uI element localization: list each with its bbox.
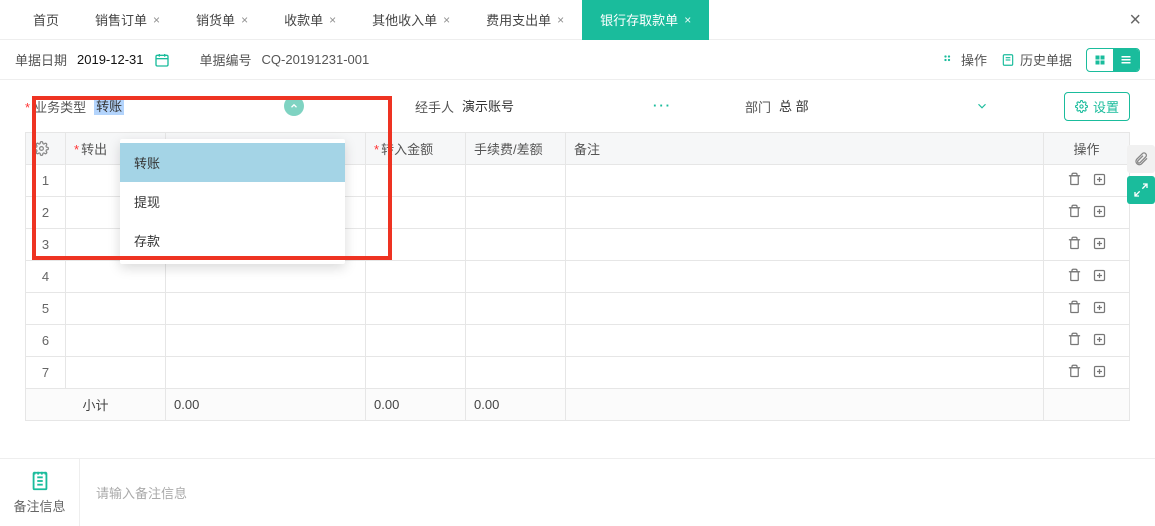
expand-icon[interactable] (1127, 176, 1155, 204)
close-icon[interactable]: × (241, 13, 248, 27)
remark-tab-label: 备注信息 (13, 496, 65, 515)
add-row-icon[interactable] (1092, 268, 1107, 283)
col-fee: 手续费/差额 (466, 133, 566, 165)
tab-label: 销货单 (196, 10, 235, 29)
add-row-icon[interactable] (1092, 364, 1107, 379)
view-toggle[interactable] (1086, 48, 1140, 72)
add-row-icon[interactable] (1092, 332, 1107, 347)
ops-link[interactable]: 操作 (942, 50, 987, 69)
biztype-dropdown: 转账 提现 存款 (120, 139, 345, 264)
form-row: 业务类型 转账 经手人 演示账号 ··· 部门 总 部 设置 (0, 80, 1155, 132)
subtotal-3: 0.00 (366, 389, 466, 421)
table-row[interactable]: 4 (26, 261, 1130, 293)
dept-label: 部门 (745, 97, 771, 116)
docno-label: 单据编号 (200, 50, 252, 69)
col-remark: 备注 (566, 133, 1044, 165)
close-icon[interactable]: × (684, 13, 691, 27)
subtotal-1: 0.00 (166, 389, 366, 421)
add-row-icon[interactable] (1092, 236, 1107, 251)
delete-row-icon[interactable] (1067, 236, 1082, 251)
row-index: 6 (26, 325, 66, 357)
table-row[interactable]: 5 (26, 293, 1130, 325)
tab-receipt[interactable]: 收款单 × (266, 0, 354, 40)
close-icon[interactable]: × (329, 13, 336, 27)
settings-button[interactable]: 设置 (1064, 92, 1130, 121)
row-index: 3 (26, 229, 66, 261)
tab-label: 其他收入单 (372, 10, 437, 29)
dept-combobox[interactable]: 总 部 (779, 96, 989, 116)
row-index: 7 (26, 357, 66, 389)
tab-delivery[interactable]: 销货单 × (178, 0, 266, 40)
remark-input[interactable]: 请输入备注信息 (80, 459, 1155, 526)
table-row[interactable]: 6 (26, 325, 1130, 357)
biztype-label: 业务类型 (25, 97, 86, 116)
calendar-icon[interactable] (154, 52, 170, 68)
col-in-amount: 转入金额 (366, 133, 466, 165)
remark-placeholder: 请输入备注信息 (96, 483, 187, 502)
close-icon[interactable]: × (557, 13, 564, 27)
tab-label: 销售订单 (95, 10, 147, 29)
chevron-up-icon[interactable] (284, 96, 304, 116)
gear-header[interactable] (26, 133, 66, 165)
delete-row-icon[interactable] (1067, 332, 1082, 347)
dropdown-option[interactable]: 提现 (120, 182, 345, 221)
list-view-icon[interactable] (1113, 49, 1139, 71)
row-index: 5 (26, 293, 66, 325)
tab-label: 费用支出单 (486, 10, 551, 29)
delete-row-icon[interactable] (1067, 364, 1082, 379)
subtotal-label: 小计 (26, 389, 166, 421)
doc-info-bar: 单据日期 2019-12-31 单据编号 CQ-20191231-001 操作 … (0, 40, 1155, 80)
close-all-tabs-icon[interactable]: × (1129, 0, 1141, 40)
delete-row-icon[interactable] (1067, 300, 1082, 315)
dropdown-option[interactable]: 存款 (120, 221, 345, 260)
biztype-value: 转账 (94, 96, 124, 115)
add-row-icon[interactable] (1092, 204, 1107, 219)
grid-view-icon[interactable] (1087, 49, 1113, 71)
delete-row-icon[interactable] (1067, 204, 1082, 219)
table-row[interactable]: 7 (26, 357, 1130, 389)
close-icon[interactable]: × (153, 13, 160, 27)
row-index: 2 (26, 197, 66, 229)
tab-bar: 首页 销售订单 × 销货单 × 收款单 × 其他收入单 × 费用支出单 × 银行存取款单 ×… (0, 0, 1155, 40)
tab-bank-transfer[interactable]: 银行存取款单 × (582, 0, 709, 40)
remark-bar: 备注信息 请输入备注信息 (0, 458, 1155, 526)
tab-label: 首页 (33, 10, 59, 29)
add-row-icon[interactable] (1092, 300, 1107, 315)
tab-other-income[interactable]: 其他收入单 × (354, 0, 468, 40)
add-row-icon[interactable] (1092, 172, 1107, 187)
tab-label: 收款单 (284, 10, 323, 29)
tab-home[interactable]: 首页 (15, 0, 77, 40)
handler-value: 演示账号 (462, 96, 514, 115)
tab-label: 银行存取款单 (600, 10, 678, 29)
remark-tab[interactable]: 备注信息 (0, 459, 80, 526)
attachment-icon[interactable] (1127, 145, 1155, 173)
row-index: 1 (26, 165, 66, 197)
handler-label: 经手人 (415, 97, 454, 116)
date-value[interactable]: 2019-12-31 (77, 52, 144, 67)
handler-combobox[interactable]: 演示账号 ··· (462, 96, 672, 116)
date-label: 单据日期 (15, 50, 67, 69)
delete-row-icon[interactable] (1067, 172, 1082, 187)
row-index: 4 (26, 261, 66, 293)
close-icon[interactable]: × (443, 13, 450, 27)
tab-sales-order[interactable]: 销售订单 × (77, 0, 178, 40)
biztype-combobox[interactable]: 转账 (94, 96, 304, 117)
tab-expense[interactable]: 费用支出单 × (468, 0, 582, 40)
more-icon[interactable]: ··· (653, 98, 672, 113)
delete-row-icon[interactable] (1067, 268, 1082, 283)
history-link[interactable]: 历史单据 (1001, 50, 1072, 69)
col-ops: 操作 (1044, 133, 1130, 165)
dept-value: 总 部 (779, 96, 809, 115)
subtotal-4: 0.00 (466, 389, 566, 421)
chevron-down-icon[interactable] (975, 99, 989, 113)
docno-value: CQ-20191231-001 (262, 52, 370, 67)
dropdown-option[interactable]: 转账 (120, 143, 345, 182)
